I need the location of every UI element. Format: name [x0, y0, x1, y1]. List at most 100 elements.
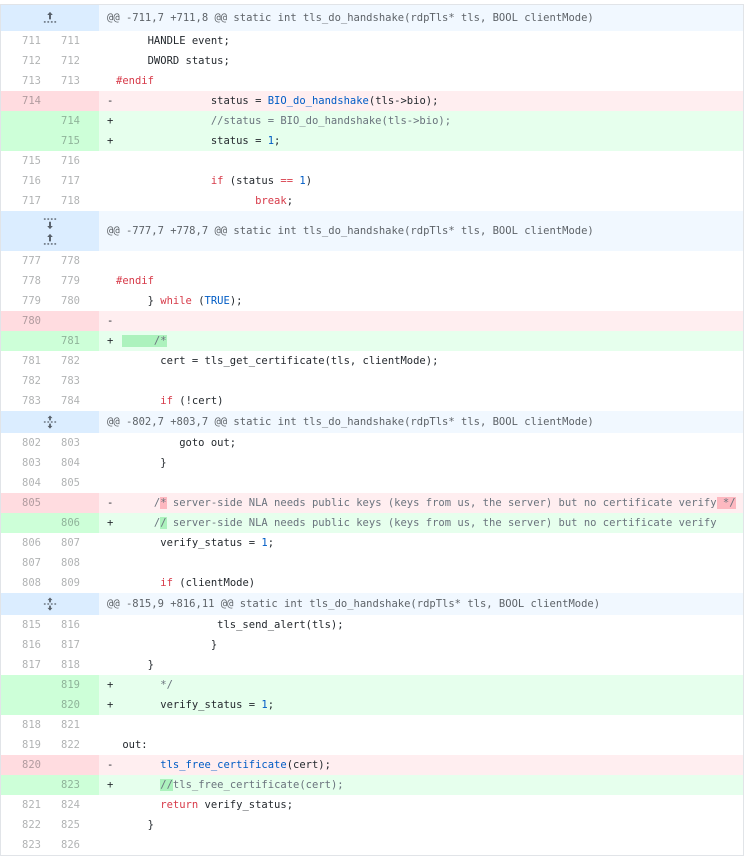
- old-line-number[interactable]: 715: [1, 151, 51, 171]
- old-line-number[interactable]: 821: [1, 795, 51, 815]
- fold-down-button[interactable]: [42, 216, 58, 230]
- old-line-number[interactable]: 804: [1, 473, 51, 493]
- code-token: goto out;: [116, 437, 237, 449]
- fold-down-icon: [43, 216, 57, 230]
- fold-up-button[interactable]: [42, 11, 58, 25]
- new-line-number[interactable]: 717: [51, 171, 99, 191]
- old-line-number[interactable]: 780: [1, 311, 51, 331]
- code-token: }: [116, 457, 167, 469]
- old-line-number[interactable]: 782: [1, 371, 51, 391]
- new-line-number[interactable]: 712: [51, 51, 99, 71]
- old-line-number[interactable]: 783: [1, 391, 51, 411]
- new-line-number[interactable]: 805: [51, 473, 99, 493]
- old-line-number[interactable]: [1, 331, 51, 351]
- new-line-number[interactable]: 826: [51, 835, 99, 855]
- old-line-number[interactable]: 822: [1, 815, 51, 835]
- old-line-number[interactable]: 714: [1, 91, 51, 111]
- new-line-number[interactable]: [51, 755, 99, 775]
- code-token: DWORD status;: [116, 55, 230, 67]
- diff-marker: +: [107, 517, 114, 529]
- code-token: #endif: [116, 275, 154, 287]
- old-line-number[interactable]: 713: [1, 71, 51, 91]
- old-line-number[interactable]: 806: [1, 533, 51, 553]
- old-line-number[interactable]: [1, 695, 51, 715]
- new-line-number[interactable]: 716: [51, 151, 99, 171]
- new-line-number[interactable]: 818: [51, 655, 99, 675]
- new-line-number[interactable]: 807: [51, 533, 99, 553]
- unfold-button[interactable]: [42, 415, 58, 429]
- code-token: if: [160, 395, 173, 407]
- old-line-number[interactable]: [1, 131, 51, 151]
- new-line-number[interactable]: 715: [51, 131, 99, 151]
- old-line-number[interactable]: 716: [1, 171, 51, 191]
- old-line-number[interactable]: 712: [1, 51, 51, 71]
- diff-code-row: 817 818 }: [1, 655, 743, 675]
- old-line-number[interactable]: 781: [1, 351, 51, 371]
- new-line-number[interactable]: 780: [51, 291, 99, 311]
- new-line-number[interactable]: 816: [51, 615, 99, 635]
- code-line: - /* server-side NLA needs public keys (…: [99, 493, 743, 513]
- diff-marker: [107, 351, 116, 371]
- old-line-number[interactable]: 777: [1, 251, 51, 271]
- new-line-number[interactable]: 711: [51, 31, 99, 51]
- old-line-number[interactable]: [1, 111, 51, 131]
- code-line: [99, 715, 743, 735]
- diff-code-row: 822 825 }: [1, 815, 743, 835]
- new-line-number[interactable]: 808: [51, 553, 99, 573]
- old-line-number[interactable]: 803: [1, 453, 51, 473]
- old-line-number[interactable]: 816: [1, 635, 51, 655]
- new-line-number[interactable]: 817: [51, 635, 99, 655]
- new-line-number[interactable]: 809: [51, 573, 99, 593]
- new-line-number[interactable]: 825: [51, 815, 99, 835]
- old-line-number[interactable]: 778: [1, 271, 51, 291]
- old-line-number[interactable]: 823: [1, 835, 51, 855]
- new-line-number[interactable]: 783: [51, 371, 99, 391]
- old-line-number[interactable]: 807: [1, 553, 51, 573]
- new-line-number[interactable]: 804: [51, 453, 99, 473]
- old-line-number[interactable]: 808: [1, 573, 51, 593]
- old-line-number[interactable]: 820: [1, 755, 51, 775]
- code-line: out:: [99, 735, 743, 755]
- new-line-number[interactable]: 714: [51, 111, 99, 131]
- new-line-number[interactable]: 784: [51, 391, 99, 411]
- code-line: DWORD status;: [99, 51, 743, 71]
- new-line-number[interactable]: 782: [51, 351, 99, 371]
- old-line-number[interactable]: 815: [1, 615, 51, 635]
- code-line: #endif: [99, 271, 743, 291]
- new-line-number[interactable]: 821: [51, 715, 99, 735]
- new-line-number[interactable]: 803: [51, 433, 99, 453]
- diff-marker: [107, 533, 116, 553]
- old-line-number[interactable]: 711: [1, 31, 51, 51]
- new-line-number[interactable]: 824: [51, 795, 99, 815]
- code-token: ;: [274, 135, 281, 147]
- new-line-number[interactable]: 779: [51, 271, 99, 291]
- old-line-number[interactable]: 779: [1, 291, 51, 311]
- new-line-number[interactable]: 806: [51, 513, 99, 533]
- old-line-number[interactable]: 805: [1, 493, 51, 513]
- new-line-number[interactable]: 713: [51, 71, 99, 91]
- old-line-number[interactable]: [1, 513, 51, 533]
- code-token: ==: [280, 175, 294, 187]
- new-line-number[interactable]: 819: [51, 675, 99, 695]
- old-line-number[interactable]: 819: [1, 735, 51, 755]
- unfold-button[interactable]: [42, 597, 58, 611]
- old-line-number[interactable]: [1, 775, 51, 795]
- new-line-number[interactable]: 781: [51, 331, 99, 351]
- new-line-number[interactable]: [51, 91, 99, 111]
- new-line-number[interactable]: [51, 493, 99, 513]
- old-line-number[interactable]: 717: [1, 191, 51, 211]
- new-line-number[interactable]: 823: [51, 775, 99, 795]
- new-line-number[interactable]: 822: [51, 735, 99, 755]
- new-line-number[interactable]: 778: [51, 251, 99, 271]
- old-line-number[interactable]: 818: [1, 715, 51, 735]
- new-line-number[interactable]: [51, 311, 99, 331]
- old-line-number[interactable]: [1, 675, 51, 695]
- diff-code-row: 820 + verify_status = 1;: [1, 695, 743, 715]
- new-line-number[interactable]: 820: [51, 695, 99, 715]
- old-line-number[interactable]: 802: [1, 433, 51, 453]
- fold-up-button[interactable]: [42, 233, 58, 247]
- old-line-number[interactable]: 817: [1, 655, 51, 675]
- new-line-number[interactable]: 718: [51, 191, 99, 211]
